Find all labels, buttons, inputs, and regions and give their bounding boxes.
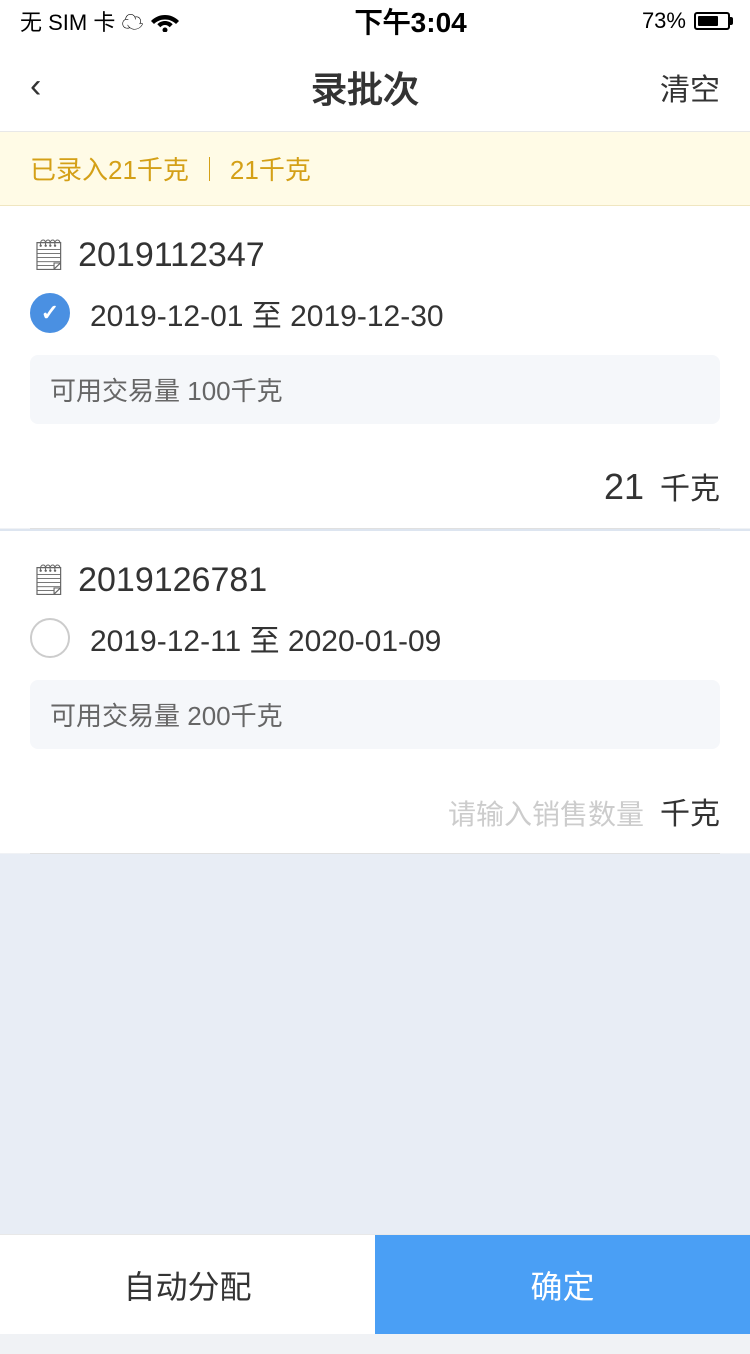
- page-title: 录批次: [311, 61, 419, 113]
- quantity-input-1[interactable]: [524, 466, 644, 508]
- status-time: 下午3:04: [355, 1, 467, 41]
- status-right: 73%: [642, 8, 730, 34]
- batch-header-2: 🗒 2019126781: [30, 561, 720, 600]
- battery-percent: 73%: [642, 8, 686, 34]
- quantity-row-2: 千克: [30, 769, 720, 853]
- batch-item-2: 🗒 2019126781 2019-12-11 至 2020-01-09 可用交…: [0, 531, 750, 853]
- confirm-button[interactable]: 确定: [375, 1235, 750, 1334]
- batch-id-1: 2019112347: [78, 236, 265, 275]
- clear-button[interactable]: 清空: [640, 65, 720, 109]
- sim-text: 无 SIM 卡 ☁: [20, 5, 143, 37]
- info-banner: 已录入21千克 21千克: [0, 132, 750, 206]
- recorded-amount: 已录入21千克: [30, 150, 189, 187]
- unit-1: 千克: [660, 464, 720, 508]
- total-amount: 21千克: [230, 150, 311, 187]
- wifi-icon: [151, 10, 179, 32]
- quantity-input-2[interactable]: [384, 800, 644, 831]
- unit-2: 千克: [660, 789, 720, 833]
- availability-val-2: 200千克: [187, 701, 282, 731]
- availability-box-1: 可用交易量 100千克: [30, 355, 720, 424]
- empty-area: [0, 854, 750, 1254]
- availability-label-1: 可用交易量: [50, 376, 180, 406]
- availability-box-2: 可用交易量 200千克: [30, 680, 720, 749]
- bottom-bar: 自动分配 确定: [0, 1234, 750, 1334]
- status-bar: 无 SIM 卡 ☁ 下午3:04 73%: [0, 0, 750, 42]
- batch-header-1: 🗒 2019112347: [30, 236, 720, 275]
- availability-label-2: 可用交易量: [50, 701, 180, 731]
- info-divider: [209, 157, 210, 181]
- nav-bar: ‹ 录批次 清空: [0, 42, 750, 132]
- auto-distribute-button[interactable]: 自动分配: [0, 1235, 375, 1334]
- batch-icon-2: 🗒: [30, 563, 68, 598]
- batch-date-2: 2019-12-11 至 2020-01-09: [90, 616, 441, 660]
- batch-icon-1: 🗒: [30, 238, 68, 273]
- battery-icon: [694, 12, 730, 30]
- batch-date-1: 2019-12-01 至 2019-12-30: [90, 291, 444, 335]
- batch-row-2: 2019-12-11 至 2020-01-09: [30, 616, 720, 660]
- quantity-row-1: 千克: [30, 444, 720, 528]
- batch-item-1: 🗒 2019112347 2019-12-01 至 2019-12-30 可用交…: [0, 206, 750, 528]
- batch-radio-1[interactable]: [30, 293, 70, 333]
- back-button[interactable]: ‹: [30, 67, 90, 106]
- batch-id-2: 2019126781: [78, 561, 267, 600]
- status-left: 无 SIM 卡 ☁: [20, 5, 179, 37]
- availability-val-1: 100千克: [187, 376, 282, 406]
- batch-row-1: 2019-12-01 至 2019-12-30: [30, 291, 720, 335]
- batch-radio-2[interactable]: [30, 618, 70, 658]
